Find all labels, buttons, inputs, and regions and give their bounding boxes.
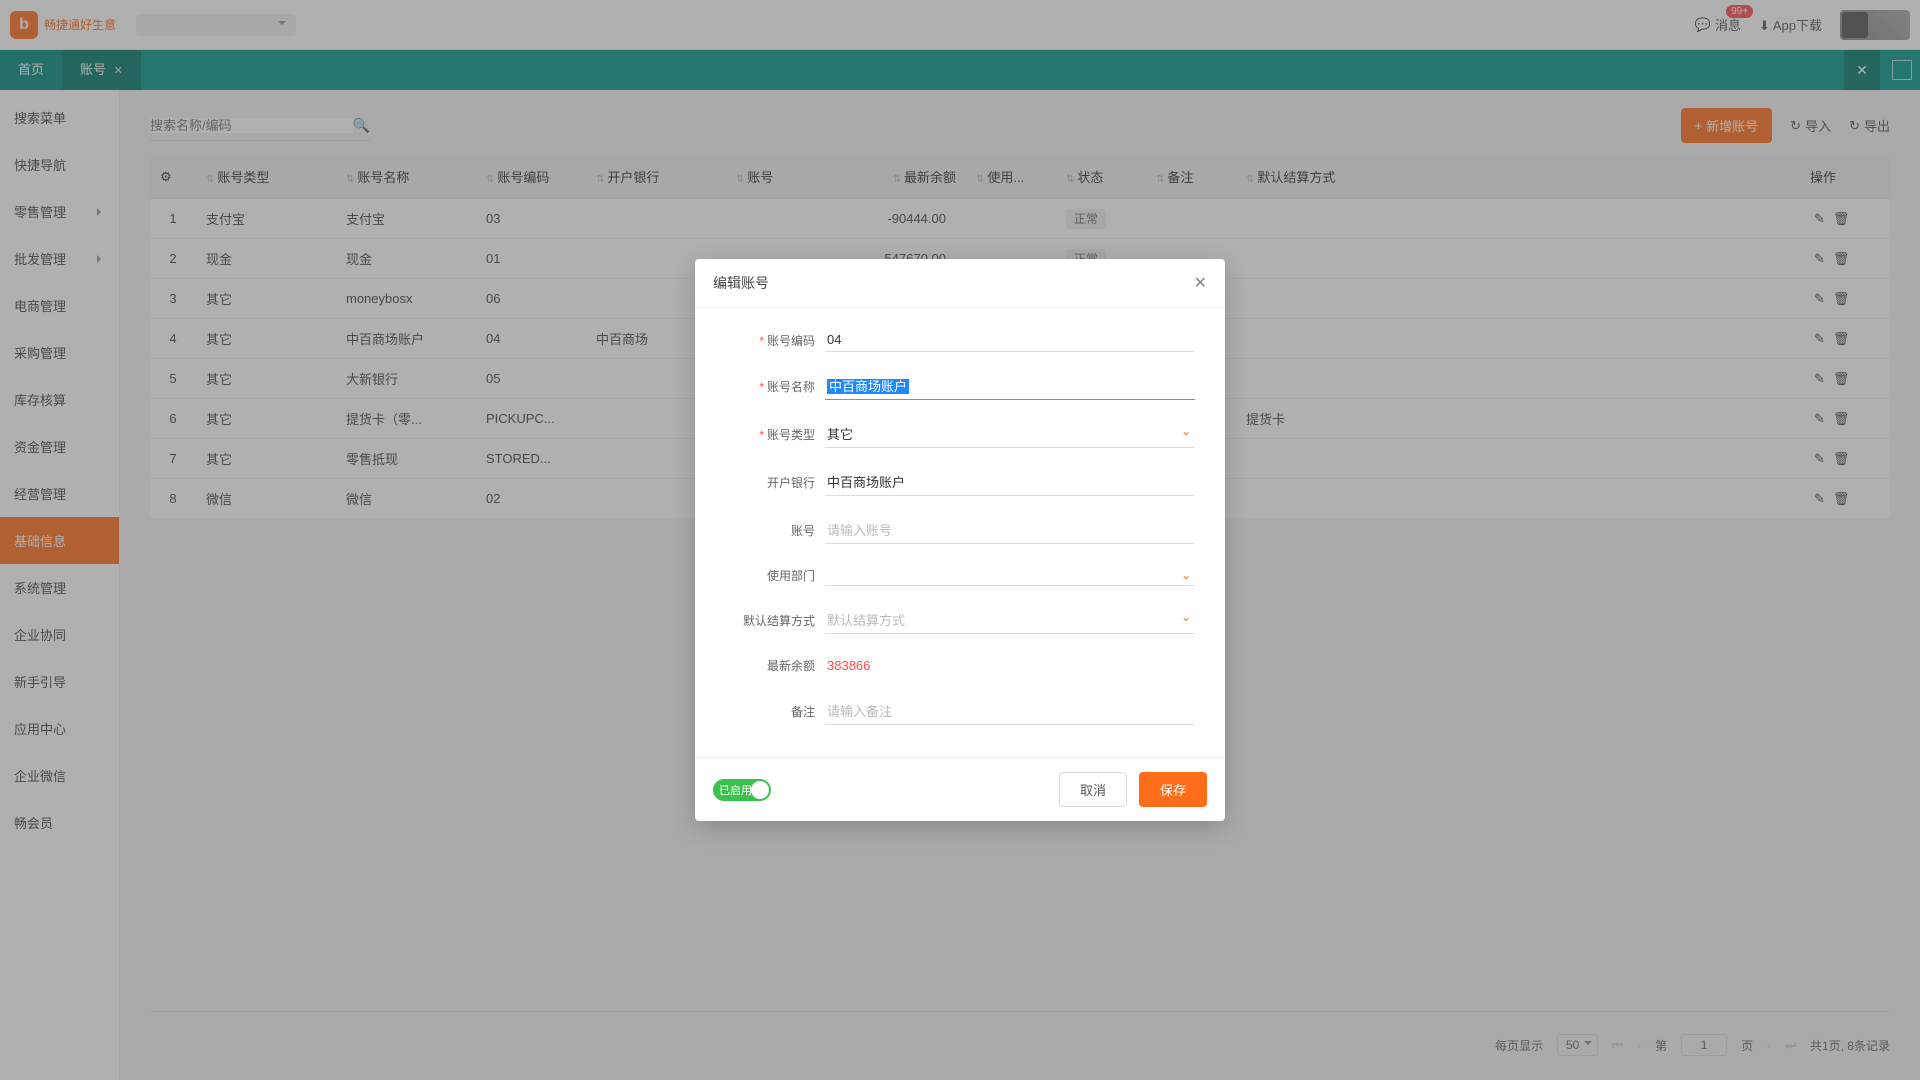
label-settle: 默认结算方式 [743,614,815,628]
input-acct[interactable]: 请输入账号 [825,516,1195,544]
select-settle-ph: 默认结算方式 [827,610,905,629]
modal-title: 编辑账号 [713,273,769,293]
toggle-label: 已启用 [719,782,752,798]
balance-value: 383866 [827,658,870,673]
save-button[interactable]: 保存 [1139,772,1207,807]
label-remark: 备注 [791,705,815,719]
select-type-value: 其它 [827,424,853,443]
label-dept: 使用部门 [767,569,815,583]
chevron-down-icon: ⌄ [1181,424,1191,438]
input-code[interactable]: 04 [825,328,1195,352]
input-remark[interactable]: 请输入备注 [825,697,1195,725]
chevron-down-icon: ⌄ [1181,568,1191,582]
label-name: 账号名称 [767,380,815,394]
label-type: 账号类型 [767,428,815,442]
select-type[interactable]: 其它 ⌄ [825,420,1195,448]
select-settle[interactable]: 默认结算方式 ⌄ [825,606,1195,634]
label-code: 账号编码 [767,334,815,348]
toggle-knob [751,781,769,799]
label-bank: 开户银行 [767,476,815,490]
edit-account-modal: 编辑账号 ✕ *账号编码 04 *账号名称 中百商场账户 *账号类型 其它 ⌄ … [695,259,1225,821]
cancel-button[interactable]: 取消 [1059,772,1127,807]
input-balance[interactable]: 383866 [825,654,1195,677]
modal-close-icon[interactable]: ✕ [1194,273,1207,293]
label-acct: 账号 [791,524,815,538]
input-name-value: 中百商场账户 [827,379,909,394]
input-bank[interactable]: 中百商场账户 [825,468,1195,496]
enabled-toggle[interactable]: 已启用 [713,779,771,801]
label-balance: 最新余额 [767,659,815,673]
select-dept[interactable]: ⌄ [825,564,1195,586]
chevron-down-icon: ⌄ [1181,610,1191,624]
input-name[interactable]: 中百商场账户 [825,372,1195,400]
